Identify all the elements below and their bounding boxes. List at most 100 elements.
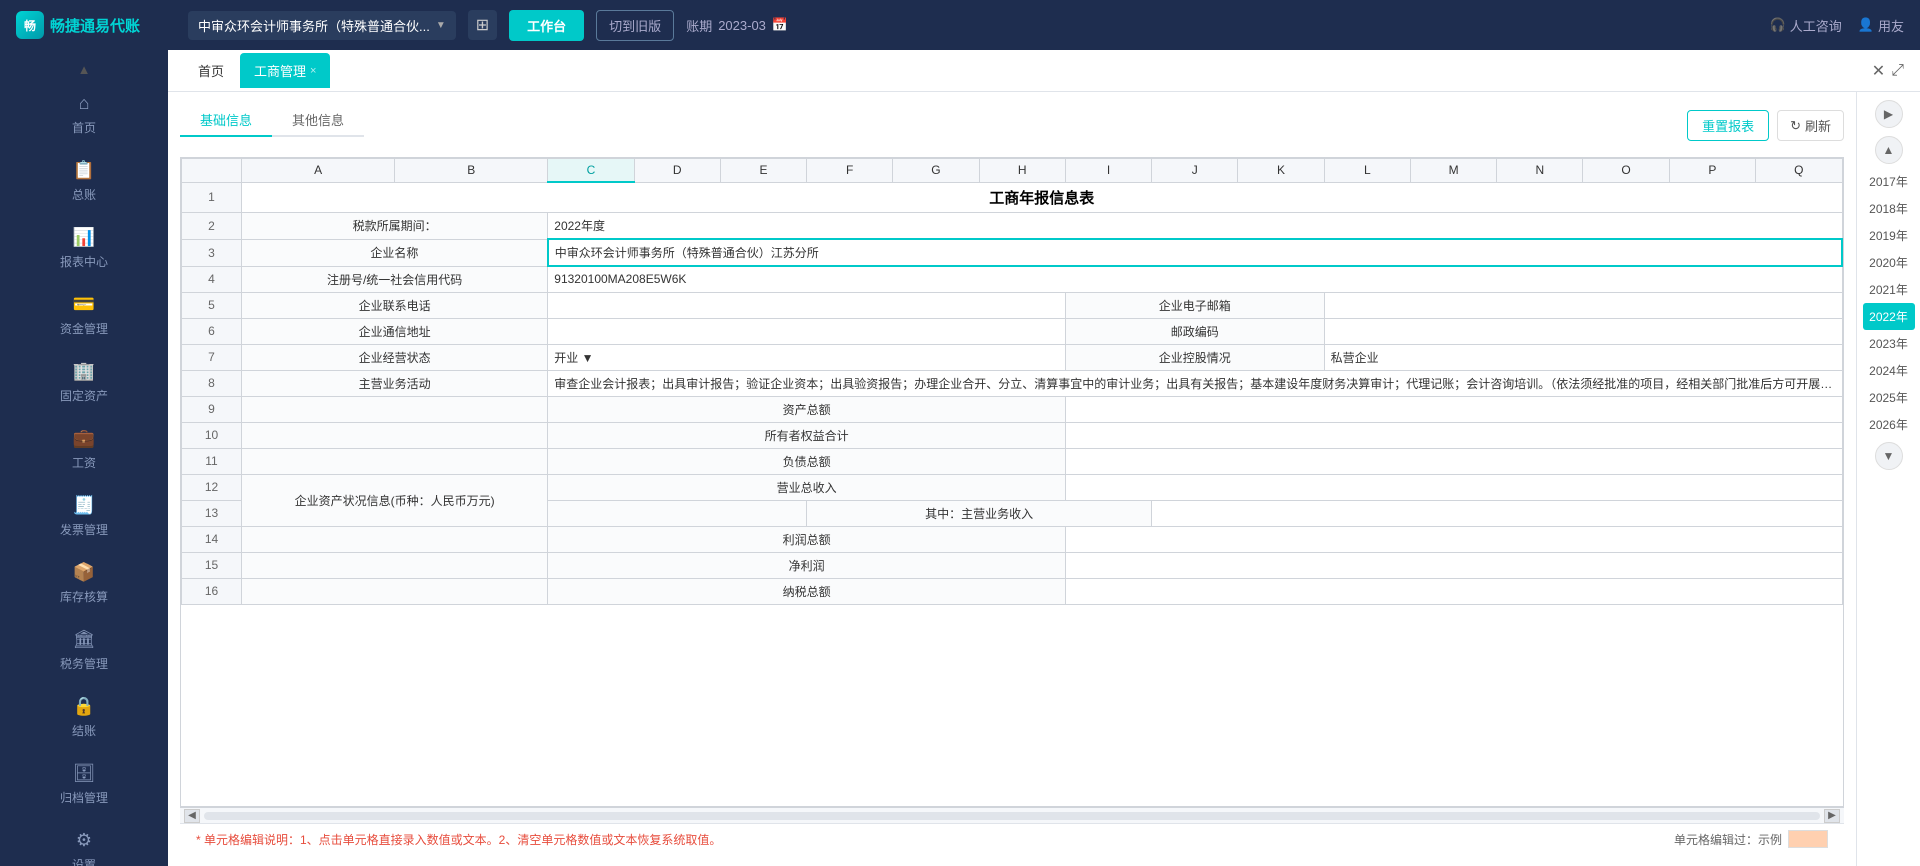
- value-equity[interactable]: [1065, 422, 1842, 448]
- col-header-K: K: [1238, 159, 1324, 183]
- row-num-4: 4: [182, 266, 242, 292]
- value-profit[interactable]: [1065, 526, 1842, 552]
- spreadsheet-container[interactable]: A B C D E F G H I J K L: [180, 157, 1844, 807]
- value-address[interactable]: [548, 318, 1066, 344]
- value-email[interactable]: [1324, 292, 1842, 318]
- tab-close-button[interactable]: ×: [310, 65, 316, 77]
- panel-up-button[interactable]: ▲: [1875, 136, 1903, 164]
- value-revenue[interactable]: [1065, 474, 1842, 500]
- sidebar-item-report[interactable]: 📊 报表中心: [0, 215, 168, 282]
- sidebar-item-invoice[interactable]: 🧾 发票管理: [0, 483, 168, 550]
- label-profit: 利润总额: [548, 526, 1066, 552]
- sidebar-item-stock[interactable]: 📦 库存核算: [0, 550, 168, 617]
- wage-icon: 💼: [73, 428, 95, 449]
- label-assets: 资产总额: [548, 396, 1066, 422]
- table-row: 5 企业联系电话 企业电子邮箱: [182, 292, 1843, 318]
- sidebar-item-home[interactable]: ⌂ 首页: [0, 81, 168, 148]
- company-selector[interactable]: 中审众环会计师事务所（特殊普通合伙... ▼: [188, 11, 456, 40]
- old-version-button[interactable]: 切到旧版: [596, 10, 674, 41]
- tab-industrial[interactable]: 工商管理 ×: [240, 53, 330, 88]
- horizontal-scrollbar[interactable]: ◀ ▶: [180, 807, 1844, 823]
- value-control[interactable]: 私营企业: [1324, 344, 1842, 370]
- col-header-A: A: [242, 159, 395, 183]
- year-button-2023[interactable]: 2023年: [1863, 330, 1915, 357]
- panel-collapse-button[interactable]: ▶: [1875, 100, 1903, 128]
- label-bizactivity: 主营业务活动: [242, 370, 548, 396]
- tab-home[interactable]: 首页: [184, 53, 238, 88]
- edit-example-label: 单元格编辑过：示例: [1674, 831, 1782, 848]
- sub-tab-basic[interactable]: 基础信息: [180, 104, 272, 137]
- year-button-2018[interactable]: 2018年: [1863, 195, 1915, 222]
- settings-icon: ⚙: [76, 830, 92, 851]
- scroll-right-button[interactable]: ▶: [1824, 809, 1840, 823]
- report-area: 基础信息 其他信息 重置报表 ↻ 刷新: [168, 92, 1856, 866]
- year-button-2022[interactable]: 2022年: [1863, 303, 1915, 330]
- panel-down-button[interactable]: ▼: [1875, 442, 1903, 470]
- top-right: 🎧 人工咨询 👤 用友: [1770, 16, 1904, 35]
- period-value: 2023-03: [718, 18, 766, 33]
- year-button-2019[interactable]: 2019年: [1863, 222, 1915, 249]
- refresh-icon: ↻: [1790, 118, 1801, 134]
- row-num-9: 9: [182, 396, 242, 422]
- workbench-button[interactable]: 工作台: [509, 10, 584, 41]
- calendar-icon[interactable]: 📅: [772, 17, 788, 33]
- value-regnum[interactable]: 91320100MA208E5W6K: [548, 266, 1842, 292]
- sidebar-label-tax: 税务管理: [60, 655, 108, 672]
- period-label: 账期 2023-03 📅: [686, 16, 788, 35]
- value-total-tax[interactable]: [1065, 578, 1842, 604]
- year-button-2024[interactable]: 2024年: [1863, 357, 1915, 384]
- value-phone[interactable]: [548, 292, 1066, 318]
- value-postcode[interactable]: [1324, 318, 1842, 344]
- year-button-2020[interactable]: 2020年: [1863, 249, 1915, 276]
- sidebar-label-report: 报表中心: [60, 253, 108, 270]
- value-company[interactable]: 中审众环会计师事务所（特殊普通合伙）江苏分所: [548, 239, 1842, 266]
- value-assets[interactable]: [1065, 396, 1842, 422]
- sidebar-item-wage[interactable]: 💼 工资: [0, 416, 168, 483]
- sidebar-item-settings[interactable]: ⚙ 设置: [0, 818, 168, 866]
- year-button-2025[interactable]: 2025年: [1863, 384, 1915, 411]
- scroll-left-button[interactable]: ◀: [184, 809, 200, 823]
- label-revenue: 营业总收入: [548, 474, 1066, 500]
- sidebar-item-archive[interactable]: 🗄 归档管理: [0, 751, 168, 818]
- table-row: 2 税款所属期间： 2022年度: [182, 213, 1843, 240]
- sidebar-scroll-up[interactable]: ▲: [0, 58, 168, 81]
- sub-tab-basic-label: 基础信息: [200, 113, 252, 128]
- sidebar-item-close[interactable]: 🔒 结账: [0, 684, 168, 751]
- year-button-2021[interactable]: 2021年: [1863, 276, 1915, 303]
- close-panel-icon[interactable]: ✕: [1872, 61, 1885, 81]
- sidebar-item-tax[interactable]: 🏛 税务管理: [0, 617, 168, 684]
- reset-button[interactable]: 重置报表: [1687, 110, 1769, 141]
- sidebar-item-fund[interactable]: 💳 资金管理: [0, 282, 168, 349]
- value-bizactivity[interactable]: 审查企业会计报表；出具审计报告；验证企业资本；出具验资报告；办理企业合开、分立、…: [548, 370, 1842, 396]
- service-button[interactable]: 🎧 人工咨询: [1770, 16, 1842, 35]
- value-period[interactable]: 2022年度: [548, 213, 1842, 240]
- col-header-D: D: [634, 159, 720, 183]
- sidebar-label-invoice: 发票管理: [60, 521, 108, 538]
- service-label: 人工咨询: [1790, 16, 1842, 35]
- value-netprofit[interactable]: [1065, 552, 1842, 578]
- sub-tab-other[interactable]: 其他信息: [272, 104, 364, 137]
- sub-tabs: 基础信息 其他信息: [180, 104, 364, 137]
- company-settings-button[interactable]: ⊞: [468, 10, 497, 40]
- value-status[interactable]: 开业 ▼: [548, 344, 1066, 370]
- logo-icon: 畅: [16, 11, 44, 39]
- row-num-3: 3: [182, 239, 242, 266]
- table-title-cell: 工商年报信息表: [242, 182, 1843, 213]
- expand-icon[interactable]: ⤢: [1891, 62, 1904, 80]
- report-icon: 📊: [73, 227, 95, 248]
- headset-icon: 🎧: [1770, 17, 1786, 33]
- value-main-rev[interactable]: [1152, 500, 1842, 526]
- value-debt[interactable]: [1065, 448, 1842, 474]
- label-postcode: 邮政编码: [1065, 318, 1324, 344]
- label-tax-group: [242, 578, 548, 604]
- scroll-track[interactable]: [204, 812, 1820, 820]
- label-regnum: 注册号/统一社会信用代码: [242, 266, 548, 292]
- row-num-10: 10: [182, 422, 242, 448]
- refresh-button[interactable]: ↻ 刷新: [1777, 110, 1844, 141]
- edit-example: 单元格编辑过：示例: [1674, 830, 1828, 848]
- sidebar-item-ledger[interactable]: 📋 总账: [0, 148, 168, 215]
- year-button-2017[interactable]: 2017年: [1863, 168, 1915, 195]
- user-button[interactable]: 👤 用友: [1858, 16, 1904, 35]
- sidebar-item-asset[interactable]: 🏢 固定资产: [0, 349, 168, 416]
- year-button-2026[interactable]: 2026年: [1863, 411, 1915, 438]
